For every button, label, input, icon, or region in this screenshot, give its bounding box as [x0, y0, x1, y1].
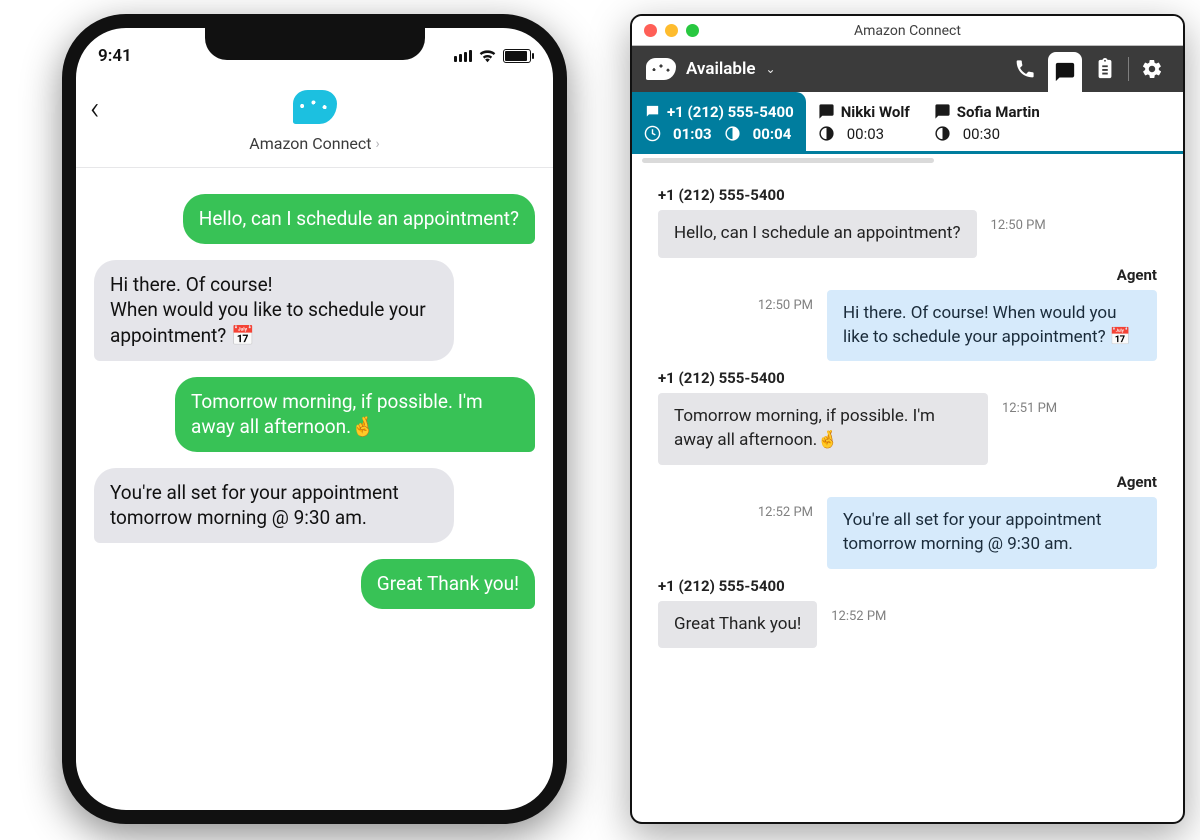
conversation-tab[interactable]: Nikki Wolf 00:03	[806, 92, 922, 151]
agent-message-bubble[interactable]: Hello, can I schedule an appointment?	[658, 210, 977, 258]
chat-bubble-icon	[934, 103, 951, 120]
half-clock-icon	[934, 125, 951, 142]
conversation-title: Amazon Connect	[249, 134, 371, 153]
chevron-right-icon: ›	[376, 136, 380, 152]
status-icons	[454, 49, 531, 63]
message-sender-label: Agent	[658, 266, 1157, 284]
phone-message-bubble[interactable]: You're all set for your appointment tomo…	[94, 468, 454, 543]
clock-icon	[644, 125, 661, 142]
message-sender-label: +1 (212) 555-5400	[658, 577, 1157, 595]
chat-bubble-icon	[818, 103, 835, 120]
chat-icon[interactable]	[1048, 52, 1082, 92]
phone-message-bubble[interactable]: Hello, can I schedule an appointment?	[183, 194, 535, 244]
agent-message-bubble[interactable]: Tomorrow morning, if possible. I'm away …	[658, 393, 988, 465]
phone-message-bubble[interactable]: Tomorrow morning, if possible. I'm away …	[175, 377, 535, 452]
message-timestamp: 12:50 PM	[991, 210, 1049, 233]
wifi-icon	[478, 49, 497, 63]
agent-message-bubble[interactable]: Hi there. Of course! When would you like…	[827, 290, 1157, 362]
agent-message-bubble[interactable]: Great Thank you!	[658, 601, 817, 649]
agent-toolbar: Available ⌄	[632, 46, 1183, 92]
chevron-down-icon[interactable]: ⌄	[766, 62, 776, 76]
status-time: 9:41	[98, 46, 132, 66]
message-row: 12:50 PM Hi there. Of course! When would …	[658, 290, 1157, 362]
connect-logo-icon	[646, 58, 676, 80]
back-button[interactable]: ‹	[90, 92, 100, 124]
message-timestamp: 12:50 PM	[755, 290, 813, 313]
conversation-title-row[interactable]: Amazon Connect ›	[249, 134, 379, 153]
half-clock-icon	[724, 125, 741, 142]
tab-label: Sofia Martin	[957, 103, 1040, 121]
phone-message-bubble[interactable]: Hi there. Of course! When would you like…	[94, 260, 454, 361]
toolbar-separator	[1128, 57, 1129, 81]
phone-header: ‹ Amazon Connect ›	[76, 84, 553, 168]
phone-mockup: 9:41 ‹ Amazon Connect › Hello, can I sch…	[62, 14, 567, 824]
battery-icon	[503, 49, 531, 63]
phone-message-bubble[interactable]: Great Thank you!	[361, 559, 535, 609]
tab-timer: 00:30	[963, 125, 1000, 143]
conversation-tab[interactable]: +1 (212) 555-5400 01:03 00:04	[632, 92, 806, 151]
cellular-signal-icon	[454, 50, 472, 62]
phone-notch	[205, 24, 425, 60]
message-sender-label: +1 (212) 555-5400	[658, 369, 1157, 387]
message-sender-label: +1 (212) 555-5400	[658, 186, 1157, 204]
amazon-connect-logo	[293, 90, 337, 124]
tab-timer-1: 01:03	[673, 125, 712, 143]
phone-chat-thread[interactable]: Hello, can I schedule an appointment? Hi …	[76, 168, 553, 635]
chat-bubble-icon	[644, 103, 661, 120]
agent-message-bubble[interactable]: You're all set for your appointment tomo…	[827, 497, 1157, 569]
phone-icon[interactable]	[1008, 52, 1042, 86]
message-row: Hello, can I schedule an appointment? 12:…	[658, 210, 1157, 258]
agent-desktop-window: Amazon Connect Available ⌄ +1 (212) 555-…	[630, 14, 1185, 824]
window-titlebar[interactable]: Amazon Connect	[632, 16, 1183, 46]
message-row: 12:52 PM You're all set for your appointm…	[658, 497, 1157, 569]
chat-transcript[interactable]: +1 (212) 555-5400 Hello, can I schedule a…	[632, 166, 1183, 822]
half-clock-icon	[818, 125, 835, 142]
toolbar-icons	[1008, 46, 1169, 92]
message-row: Great Thank you! 12:52 PM	[658, 601, 1157, 649]
message-row: Tomorrow morning, if possible. I'm away …	[658, 393, 1157, 465]
tab-timer-2: 00:04	[753, 125, 792, 143]
tab-label: +1 (212) 555-5400	[667, 103, 794, 121]
message-sender-label: Agent	[658, 473, 1157, 491]
tab-label: Nikki Wolf	[841, 103, 910, 121]
conversation-tab[interactable]: Sofia Martin 00:30	[922, 92, 1052, 151]
window-title: Amazon Connect	[632, 23, 1183, 39]
tasks-clipboard-icon[interactable]	[1088, 52, 1122, 86]
tab-timer: 00:03	[847, 125, 884, 143]
agent-status-label[interactable]: Available	[686, 59, 756, 79]
conversation-tabs: +1 (212) 555-5400 01:03 00:04 Nikki Wolf 00:…	[632, 92, 1183, 154]
message-timestamp: 12:52 PM	[831, 601, 889, 624]
message-timestamp: 12:52 PM	[755, 497, 813, 520]
message-timestamp: 12:51 PM	[1002, 393, 1060, 416]
settings-gear-icon[interactable]	[1135, 52, 1169, 86]
scroll-indicator	[632, 154, 1183, 166]
